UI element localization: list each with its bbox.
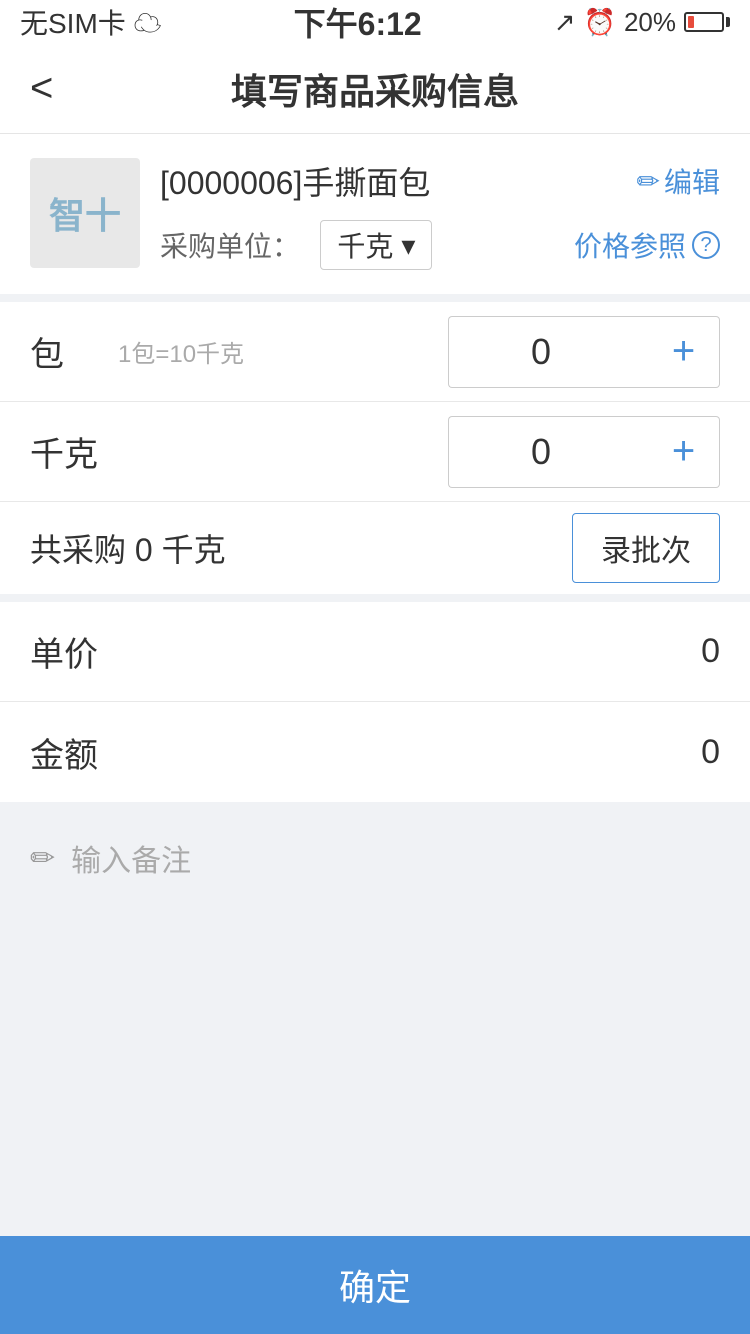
sim-status: 无SIM卡 ☁ <box>20 2 162 42</box>
product-card: 智十 [0000006]手撕面包 ✏ 编辑 采购单位： 千克 ▾ <box>0 134 750 302</box>
help-icon: ? <box>692 231 720 259</box>
unit-value: 千克 <box>337 225 393 265</box>
bag-sublabel: 1包=10千克 <box>118 334 448 369</box>
notes-placeholder: 输入备注 <box>71 836 191 880</box>
batch-button[interactable]: 录批次 <box>572 513 720 583</box>
nav-bar: < 填写商品采购信息 <box>0 44 750 134</box>
bag-label: 包 <box>30 327 110 376</box>
price-ref-label: 价格参照 <box>574 225 686 265</box>
edit-button[interactable]: ✏ 编辑 <box>637 161 720 201</box>
page-title: 填写商品采购信息 <box>231 63 519 115</box>
amount-value: 0 <box>701 733 720 772</box>
product-logo: 智十 <box>49 187 121 239</box>
product-name: [0000006]手撕面包 <box>160 158 430 204</box>
bag-input-group: + <box>448 316 720 388</box>
summary-row: 共采购 0 千克 录批次 <box>0 502 750 602</box>
bag-quantity-input[interactable] <box>448 316 648 388</box>
location-icon: ↗ <box>554 7 576 38</box>
input-section: 包 1包=10千克 + 千克 + <box>0 302 750 502</box>
status-bar: 无SIM卡 ☁ 下午6:12 ↗ ⏰ 20% <box>0 0 750 44</box>
edit-label: 编辑 <box>664 161 720 201</box>
bag-plus-button[interactable]: + <box>648 316 720 388</box>
unit-price-label: 单价 <box>30 627 98 676</box>
summary-text: 共采购 0 千克 <box>30 525 226 571</box>
pencil-icon: ✏ <box>30 841 55 876</box>
chevron-down-icon: ▾ <box>401 229 415 262</box>
unit-price-row: 单价 0 <box>0 602 750 702</box>
alarm-icon: ⏰ <box>584 7 616 38</box>
price-ref-button[interactable]: 价格参照 ? <box>574 225 720 265</box>
confirm-button-label: 确定 <box>339 1259 411 1311</box>
status-left: 无SIM卡 ☁ <box>20 2 162 42</box>
kg-input-group: + <box>448 416 720 488</box>
kg-quantity-input[interactable] <box>448 416 648 488</box>
unit-row: 采购单位： 千克 ▾ 价格参照 ? <box>160 220 720 270</box>
product-image: 智十 <box>30 158 140 268</box>
product-title: 手撕面包 <box>302 165 430 201</box>
unit-label: 采购单位： <box>160 231 300 262</box>
kg-input-row: 千克 + <box>0 402 750 502</box>
status-time: 下午6:12 <box>294 0 422 45</box>
battery-percent: 20% <box>624 7 676 38</box>
battery-indicator <box>684 12 730 32</box>
product-info: [0000006]手撕面包 ✏ 编辑 采购单位： 千克 ▾ 价格参照 ? <box>160 158 720 270</box>
unit-label-group: 采购单位： 千克 ▾ <box>160 220 432 270</box>
confirm-button[interactable]: 确定 <box>0 1236 750 1334</box>
amount-row: 金额 0 <box>0 702 750 802</box>
price-section: 单价 0 金额 0 <box>0 602 750 810</box>
unit-select[interactable]: 千克 ▾ <box>320 220 432 270</box>
status-right: ↗ ⏰ 20% <box>554 7 730 38</box>
edit-icon: ✏ <box>637 165 660 198</box>
back-button[interactable]: < <box>30 56 73 121</box>
amount-label: 金额 <box>30 728 98 777</box>
bag-input-row: 包 1包=10千克 + <box>0 302 750 402</box>
product-name-row: [0000006]手撕面包 ✏ 编辑 <box>160 158 720 204</box>
kg-plus-button[interactable]: + <box>648 416 720 488</box>
kg-label: 千克 <box>30 427 110 476</box>
product-code: [0000006] <box>160 165 302 201</box>
notes-section[interactable]: ✏ 输入备注 <box>0 810 750 906</box>
unit-price-value: 0 <box>701 632 720 671</box>
